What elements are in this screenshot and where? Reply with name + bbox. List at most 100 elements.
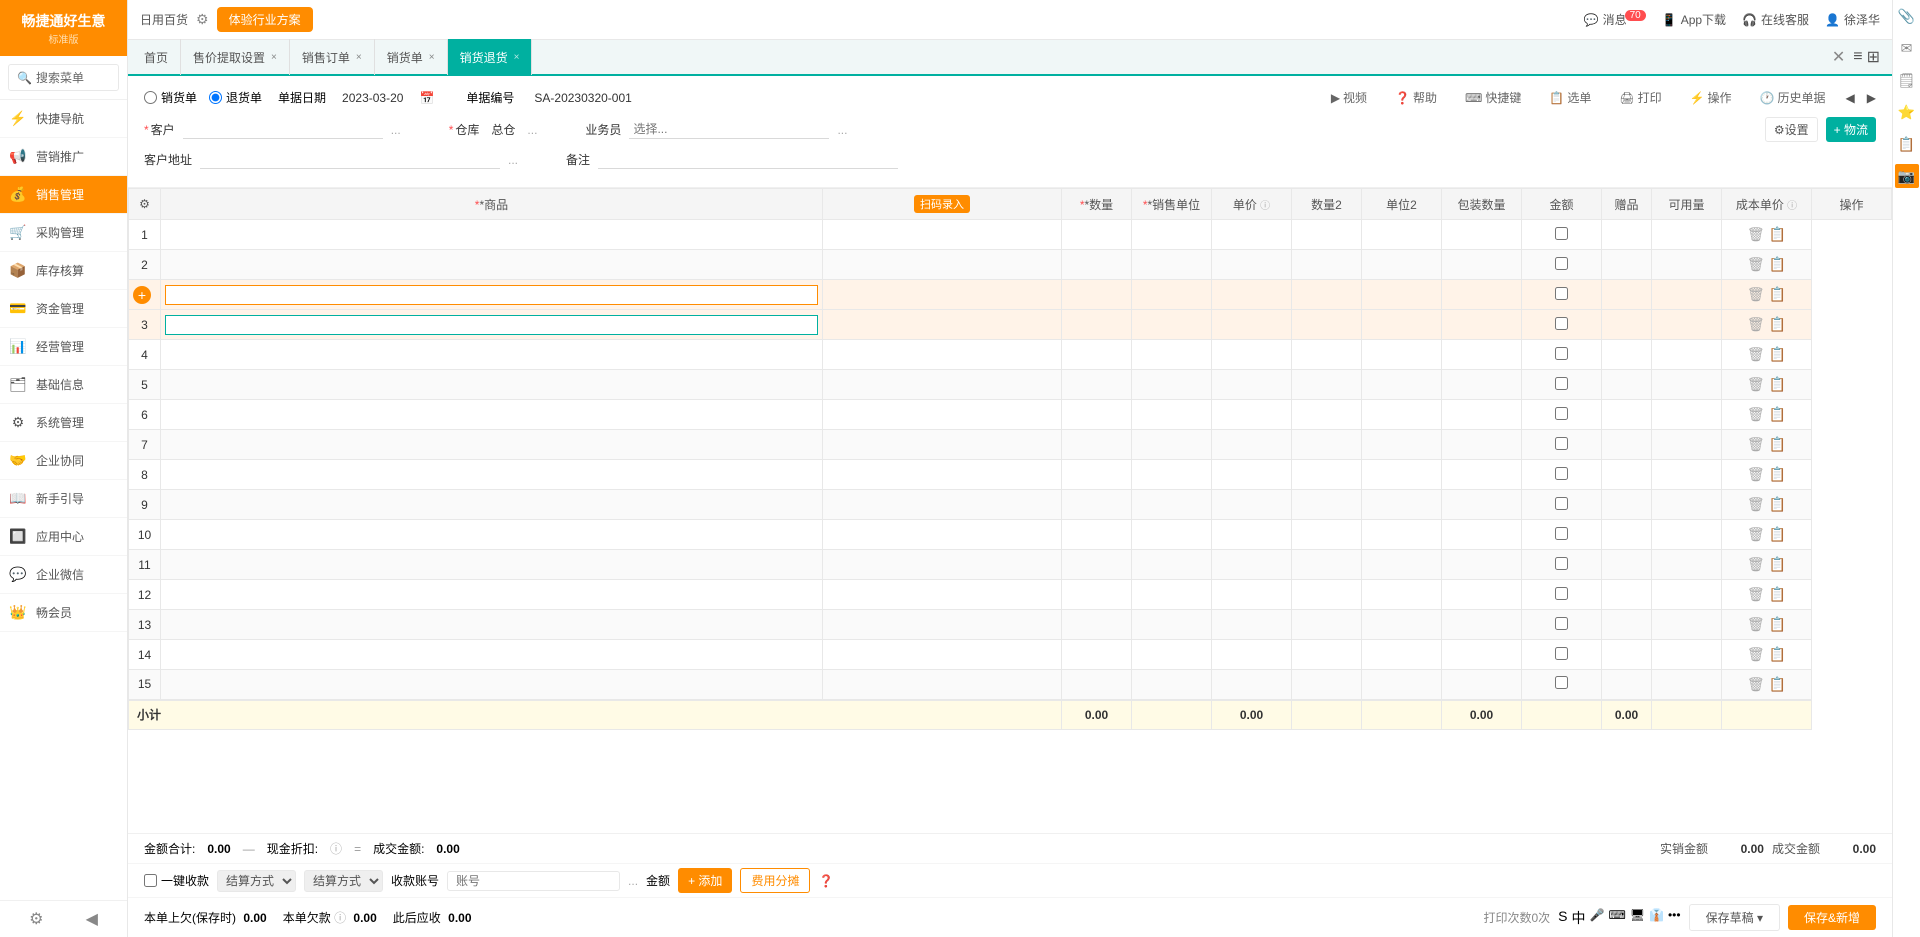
qty-cell[interactable] [822, 670, 1061, 700]
qty2-cell[interactable] [1212, 430, 1292, 460]
delete-row-button[interactable]: 🗑 [1747, 406, 1765, 423]
available-cell[interactable] [1602, 490, 1652, 520]
gift-checkbox[interactable] [1555, 676, 1568, 689]
available-cell[interactable] [1602, 370, 1652, 400]
price-cell[interactable] [1132, 580, 1212, 610]
available-cell[interactable] [1602, 340, 1652, 370]
add-button[interactable]: + 添加 [678, 868, 732, 893]
gift-checkbox[interactable] [1555, 587, 1568, 600]
pack-cell[interactable] [1362, 400, 1442, 430]
amount-cell[interactable] [1442, 310, 1522, 340]
qty-cell[interactable] [822, 490, 1061, 520]
new-product-cell[interactable] [161, 280, 823, 310]
gift-checkbox[interactable] [1555, 437, 1568, 450]
new-pack-cell[interactable] [1362, 280, 1442, 310]
unit-cell[interactable] [1062, 580, 1132, 610]
pack-cell[interactable] [1362, 580, 1442, 610]
price-cell[interactable] [1132, 550, 1212, 580]
amount-cell[interactable] [1442, 250, 1522, 280]
gift-cell[interactable] [1522, 580, 1602, 610]
gift-checkbox[interactable] [1555, 497, 1568, 510]
cost-cell[interactable] [1652, 490, 1722, 520]
gift-checkbox[interactable] [1555, 617, 1568, 630]
price-cell[interactable] [1132, 670, 1212, 700]
unit-cell[interactable] [1062, 520, 1132, 550]
unit2-cell[interactable] [1292, 670, 1362, 700]
cost-info-icon[interactable]: ⓘ [1787, 201, 1797, 212]
sidebar-item-system[interactable]: ⚙ 系统管理 [0, 404, 127, 442]
note-input[interactable] [598, 150, 898, 169]
gift-cell[interactable] [1522, 460, 1602, 490]
qty-cell[interactable] [822, 550, 1061, 580]
qty-cell[interactable] [822, 460, 1061, 490]
available-cell[interactable] [1602, 460, 1652, 490]
close-sales-return-icon[interactable]: × [514, 52, 520, 63]
product-cell[interactable] [161, 550, 823, 580]
gift-checkbox[interactable] [1555, 227, 1568, 240]
th-scan[interactable]: 扫码录入 [822, 189, 1061, 220]
gift-cell[interactable] [1522, 250, 1602, 280]
new-amount-cell[interactable] [1442, 280, 1522, 310]
product-cell[interactable] [161, 610, 823, 640]
close-all-tabs-button[interactable]: ✕ [1824, 47, 1853, 67]
pack-cell[interactable] [1362, 430, 1442, 460]
select-button[interactable]: 📋 选单 [1541, 86, 1599, 109]
unit2-cell[interactable] [1292, 640, 1362, 670]
right-panel-attachment-button[interactable]: 📎 [1895, 4, 1919, 28]
pack-cell[interactable] [1362, 640, 1442, 670]
pack-cell[interactable] [1362, 250, 1442, 280]
price-cell[interactable] [1132, 430, 1212, 460]
price-cell[interactable] [1132, 310, 1212, 340]
radio-return-input[interactable] [209, 91, 222, 104]
copy-row-button[interactable]: 📋 [1769, 466, 1786, 483]
gift-checkbox[interactable] [1555, 407, 1568, 420]
gift-checkbox[interactable] [1555, 527, 1568, 540]
unit2-cell[interactable] [1292, 310, 1362, 340]
gift-cell[interactable] [1522, 640, 1602, 670]
pack-cell[interactable] [1362, 220, 1442, 250]
product-cell[interactable] [161, 430, 823, 460]
sidebar-item-quick-nav[interactable]: ⚡ 快捷导航 [0, 100, 127, 138]
amount-cell[interactable] [1442, 550, 1522, 580]
qty-cell[interactable] [822, 220, 1061, 250]
experience-button[interactable]: 体验行业方案 [217, 7, 313, 32]
cost-cell[interactable] [1652, 550, 1722, 580]
delete-row-button[interactable]: 🗑 [1747, 676, 1765, 693]
unit2-cell[interactable] [1292, 370, 1362, 400]
available-cell[interactable] [1602, 580, 1652, 610]
price-cell[interactable] [1132, 640, 1212, 670]
qty2-cell[interactable] [1212, 520, 1292, 550]
qty2-cell[interactable] [1212, 610, 1292, 640]
qty2-cell[interactable] [1212, 580, 1292, 610]
amount-cell[interactable] [1442, 670, 1522, 700]
qty-cell[interactable] [822, 640, 1061, 670]
delete-row-button[interactable]: 🗑 [1747, 496, 1765, 513]
address-input[interactable] [200, 150, 500, 169]
unit-cell[interactable] [1062, 250, 1132, 280]
price-cell[interactable] [1132, 250, 1212, 280]
warehouse-picker-icon[interactable]: ... [527, 123, 537, 137]
unit2-cell[interactable] [1292, 220, 1362, 250]
sidebar-item-basics[interactable]: 🗂 基础信息 [0, 366, 127, 404]
tab-sales[interactable]: 销货单 × [375, 39, 448, 75]
radio-return[interactable]: 退货单 [209, 89, 262, 106]
account-picker-icon[interactable]: ... [628, 874, 638, 888]
cost-cell[interactable] [1652, 670, 1722, 700]
messages-button[interactable]: 💬 消息 70 [1584, 11, 1646, 28]
new-qty-cell[interactable] [822, 280, 1061, 310]
app-download-button[interactable]: 📱 App下载 [1662, 11, 1726, 28]
amount-cell[interactable] [1442, 460, 1522, 490]
cost-cell[interactable] [1652, 310, 1722, 340]
salesperson-input[interactable] [629, 120, 829, 139]
product-cell[interactable] [161, 670, 823, 700]
unit-cell[interactable] [1062, 550, 1132, 580]
one-click-pay-checkbox[interactable]: 一键收款 [144, 872, 209, 889]
cost-cell[interactable] [1652, 250, 1722, 280]
sidebar-item-sales[interactable]: 💰 销售管理 [0, 176, 127, 214]
price-cell[interactable] [1132, 490, 1212, 520]
nav-prev-button[interactable]: ◀ [1846, 91, 1855, 105]
print-button[interactable]: 🖨 打印 [1611, 86, 1669, 109]
unit-cell[interactable] [1062, 370, 1132, 400]
gift-cell[interactable] [1522, 310, 1602, 340]
unit2-cell[interactable] [1292, 460, 1362, 490]
